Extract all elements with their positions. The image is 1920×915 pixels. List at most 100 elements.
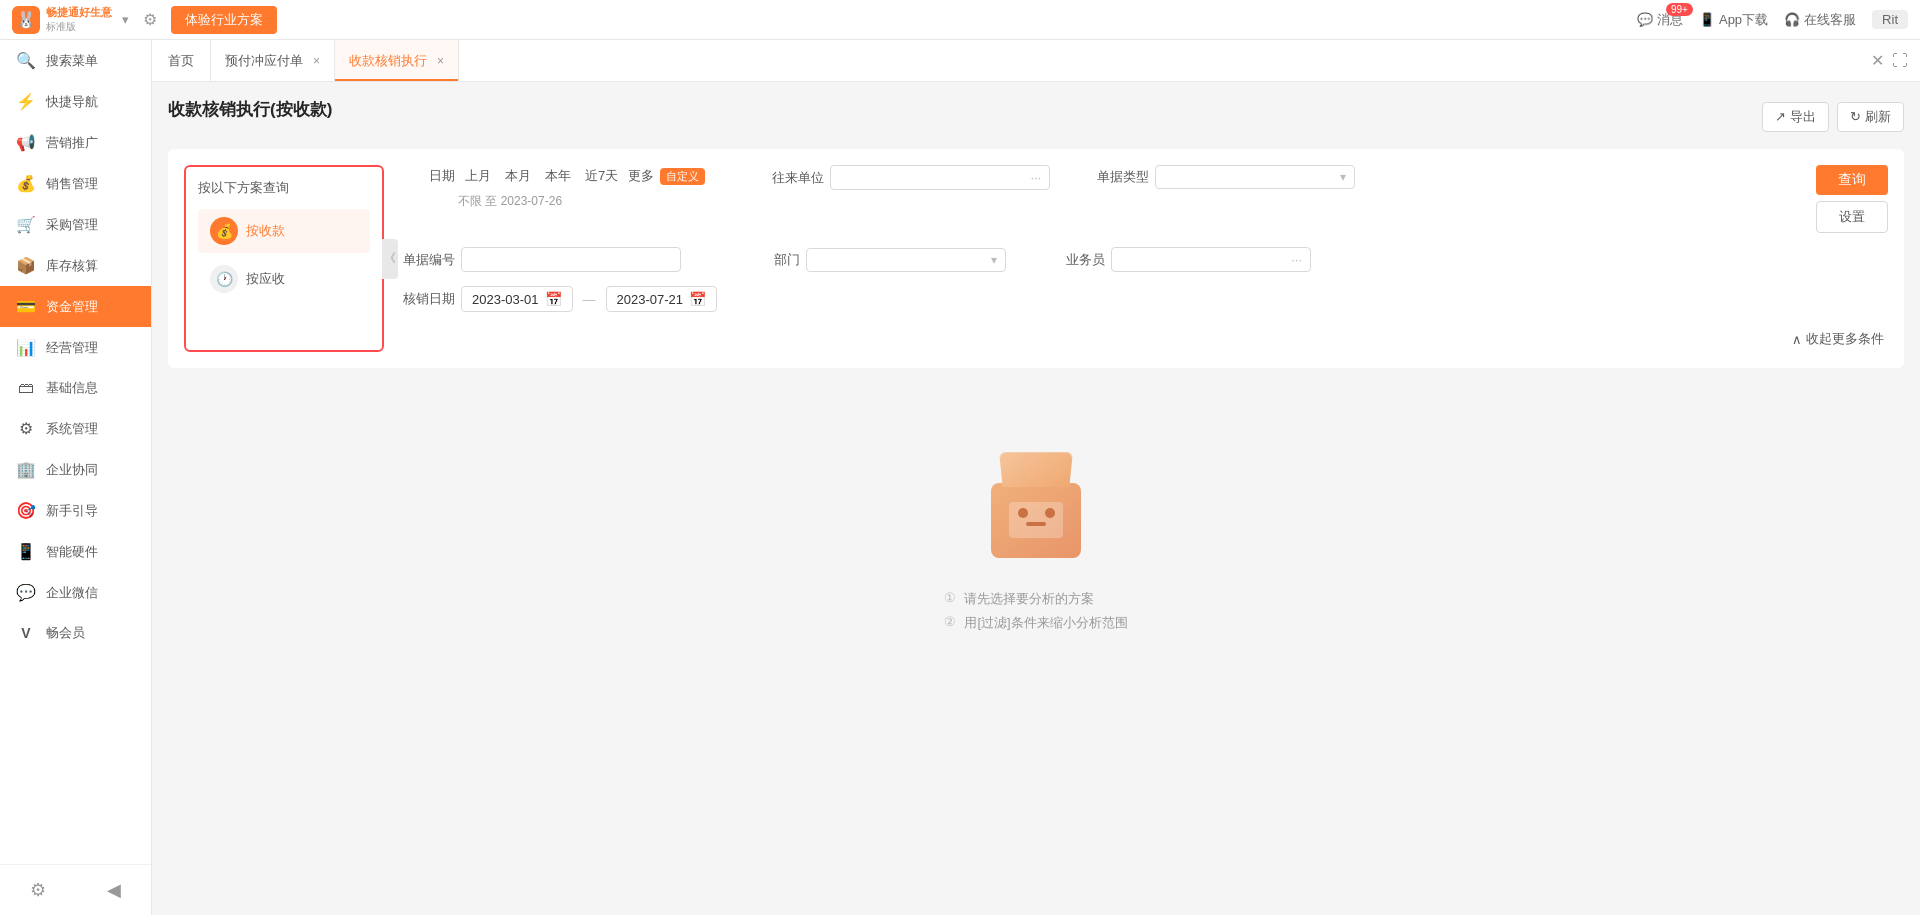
phone-icon: 📱 xyxy=(1699,12,1715,27)
sidebar-item-basic-info[interactable]: 🗃 基础信息 xyxy=(0,368,151,408)
sidebar-item-member[interactable]: V 畅会员 xyxy=(0,613,151,653)
system-icon: ⚙ xyxy=(16,419,36,438)
calendar-end-icon[interactable]: 📅 xyxy=(689,291,706,307)
content-area: 首页 预付冲应付单 × 收款核销执行 × ✕ ⛶ 收款核销执行(按收款) ↗ xyxy=(152,40,1920,915)
sidebar-item-quick-nav[interactable]: ⚡ 快捷导航 xyxy=(0,81,151,122)
business-icon: 📊 xyxy=(16,338,36,357)
date-custom-badge[interactable]: 自定义 xyxy=(660,168,705,185)
sidebar-label-member: 畅会员 xyxy=(46,624,85,642)
tab-home[interactable]: 首页 xyxy=(152,40,211,81)
tab-actions: ✕ ⛶ xyxy=(1859,40,1920,81)
tab-receipt-close[interactable]: × xyxy=(437,54,444,68)
hint-num-1: ① xyxy=(944,590,956,605)
dropdown-icon[interactable]: ▾ xyxy=(122,12,129,27)
logo-icon: 🐰 xyxy=(12,6,40,34)
sidebar-item-sales[interactable]: 💰 销售管理 xyxy=(0,163,151,204)
date-shortcuts: 上月 本月 本年 近7天 更多 自定义 xyxy=(461,165,705,187)
sidebar-item-purchase[interactable]: 🛒 采购管理 xyxy=(0,204,151,245)
refresh-button[interactable]: ↻ 刷新 xyxy=(1837,102,1904,132)
page-title: 收款核销执行(按收款) xyxy=(168,98,332,121)
sidebar-label-basic-info: 基础信息 xyxy=(46,379,98,397)
solution-button[interactable]: 体验行业方案 xyxy=(171,6,277,34)
tab-prepay[interactable]: 预付冲应付单 × xyxy=(211,40,335,81)
sidebar-label-sales: 销售管理 xyxy=(46,175,98,193)
query-button[interactable]: 查询 xyxy=(1816,165,1888,195)
empty-box-top xyxy=(999,452,1073,487)
headset-icon: 🎧 xyxy=(1784,12,1800,27)
finance-icon: 💳 xyxy=(16,297,36,316)
app-download-button[interactable]: 📱 App下载 xyxy=(1699,11,1768,29)
shortcut-7days[interactable]: 近7天 xyxy=(581,165,622,187)
voucher-no-field[interactable] xyxy=(470,252,672,267)
shortcut-more[interactable]: 更多 xyxy=(628,167,654,185)
basic-info-icon: 🗃 xyxy=(16,379,36,397)
tab-prepay-close[interactable]: × xyxy=(313,54,320,68)
tab-prepay-label: 预付冲应付单 xyxy=(225,52,303,70)
shortcut-this-year[interactable]: 本年 xyxy=(541,165,575,187)
empty-eye-right xyxy=(1045,508,1055,518)
staff-field[interactable] xyxy=(1120,252,1291,267)
sidebar-item-business[interactable]: 📊 经营管理 xyxy=(0,327,151,368)
date-label: 日期 xyxy=(400,167,455,185)
shortcut-this-month[interactable]: 本月 xyxy=(501,165,535,187)
filter-panel-collapse-btn[interactable]: 《 xyxy=(382,239,398,279)
brand-name: 畅捷通好生意 标准版 xyxy=(46,5,112,34)
counterparty-dots-icon[interactable]: ··· xyxy=(1030,170,1041,185)
date-range-text: 不限 至 2023-07-26 xyxy=(458,194,562,208)
inventory-icon: 📦 xyxy=(16,256,36,275)
filter-panel-title: 按以下方案查询 xyxy=(198,179,370,197)
dept-select[interactable]: ▾ xyxy=(806,248,1006,272)
sidebar-item-search[interactable]: 🔍 搜索菜单 xyxy=(0,40,151,81)
app-logo: 🐰 畅捷通好生意 标准版 xyxy=(12,5,112,34)
empty-mouth xyxy=(1026,522,1046,526)
sidebar-item-hardware[interactable]: 📱 智能硬件 xyxy=(0,531,151,572)
sidebar-label-wechat: 企业微信 xyxy=(46,584,98,602)
counterparty-field[interactable] xyxy=(839,170,1030,185)
tab-close-all-icon[interactable]: ✕ xyxy=(1871,51,1884,70)
sidebar-item-system[interactable]: ⚙ 系统管理 xyxy=(0,408,151,449)
by-receivable-icon: 🕐 xyxy=(210,265,238,293)
sidebar-item-inventory[interactable]: 📦 库存核算 xyxy=(0,245,151,286)
verify-date-end-input[interactable]: 2023-07-21 📅 xyxy=(606,286,718,312)
settings-button[interactable]: 设置 xyxy=(1816,201,1888,233)
sidebar-settings-btn[interactable]: ⚙ xyxy=(24,873,52,907)
wechat-icon: 💬 xyxy=(16,583,36,602)
tabbar: 首页 预付冲应付单 × 收款核销执行 × ✕ ⛶ xyxy=(152,40,1920,82)
calendar-start-icon[interactable]: 📅 xyxy=(545,291,562,307)
date-dash: — xyxy=(583,292,596,307)
gear-icon[interactable]: ⚙ xyxy=(143,10,157,29)
tab-receipt-label: 收款核销执行 xyxy=(349,52,427,70)
collapse-more-btn[interactable]: ∧ 收起更多条件 xyxy=(1788,326,1888,352)
tab-expand-icon[interactable]: ⛶ xyxy=(1892,52,1908,70)
export-button[interactable]: ↗ 导出 xyxy=(1762,102,1829,132)
staff-input[interactable]: ··· xyxy=(1111,247,1311,272)
message-button[interactable]: 💬 消息 99+ xyxy=(1637,11,1683,29)
marketing-icon: 📢 xyxy=(16,133,36,152)
verify-date-start-input[interactable]: 2023-03-01 📅 xyxy=(461,286,573,312)
filter-option-by-receipt[interactable]: 💰 按收款 xyxy=(198,209,370,253)
shortcut-last-month[interactable]: 上月 xyxy=(461,165,495,187)
tab-receipt[interactable]: 收款核销执行 × xyxy=(335,40,459,81)
main-layout: 🔍 搜索菜单 ⚡ 快捷导航 📢 营销推广 💰 销售管理 🛒 采购管理 📦 库存核… xyxy=(0,40,1920,915)
export-icon: ↗ xyxy=(1775,109,1786,124)
sidebar-item-marketing[interactable]: 📢 营销推广 xyxy=(0,122,151,163)
filter-form: 日期 上月 本月 本年 近7天 更多 自定义 xyxy=(400,165,1888,352)
dept-arrow-icon: ▾ xyxy=(991,253,997,267)
online-service-button[interactable]: 🎧 在线客服 xyxy=(1784,11,1856,29)
empty-eye-left xyxy=(1018,508,1028,518)
voucher-type-select[interactable]: ▾ xyxy=(1155,165,1355,189)
sidebar-item-enterprise[interactable]: 🏢 企业协同 xyxy=(0,449,151,490)
user-profile[interactable]: Rit xyxy=(1872,10,1908,29)
verify-date-start-val: 2023-03-01 xyxy=(472,292,539,307)
voucher-no-input[interactable] xyxy=(461,247,681,272)
collapse-left-icon: 《 xyxy=(384,250,396,267)
sidebar-collapse-btn[interactable]: ◀ xyxy=(101,873,127,907)
staff-dots-icon[interactable]: ··· xyxy=(1291,252,1302,267)
filter-option-by-receivable[interactable]: 🕐 按应收 xyxy=(198,257,370,301)
empty-state: ① 请先选择要分析的方案 ② 用[过滤]条件来缩小分析范围 xyxy=(168,368,1904,718)
counterparty-input[interactable]: ··· xyxy=(830,165,1050,190)
sidebar-item-guide[interactable]: 🎯 新手引导 xyxy=(0,490,151,531)
sidebar-item-wechat[interactable]: 💬 企业微信 xyxy=(0,572,151,613)
sidebar-label-finance: 资金管理 xyxy=(46,298,98,316)
sidebar-item-finance[interactable]: 💳 资金管理 xyxy=(0,286,151,327)
